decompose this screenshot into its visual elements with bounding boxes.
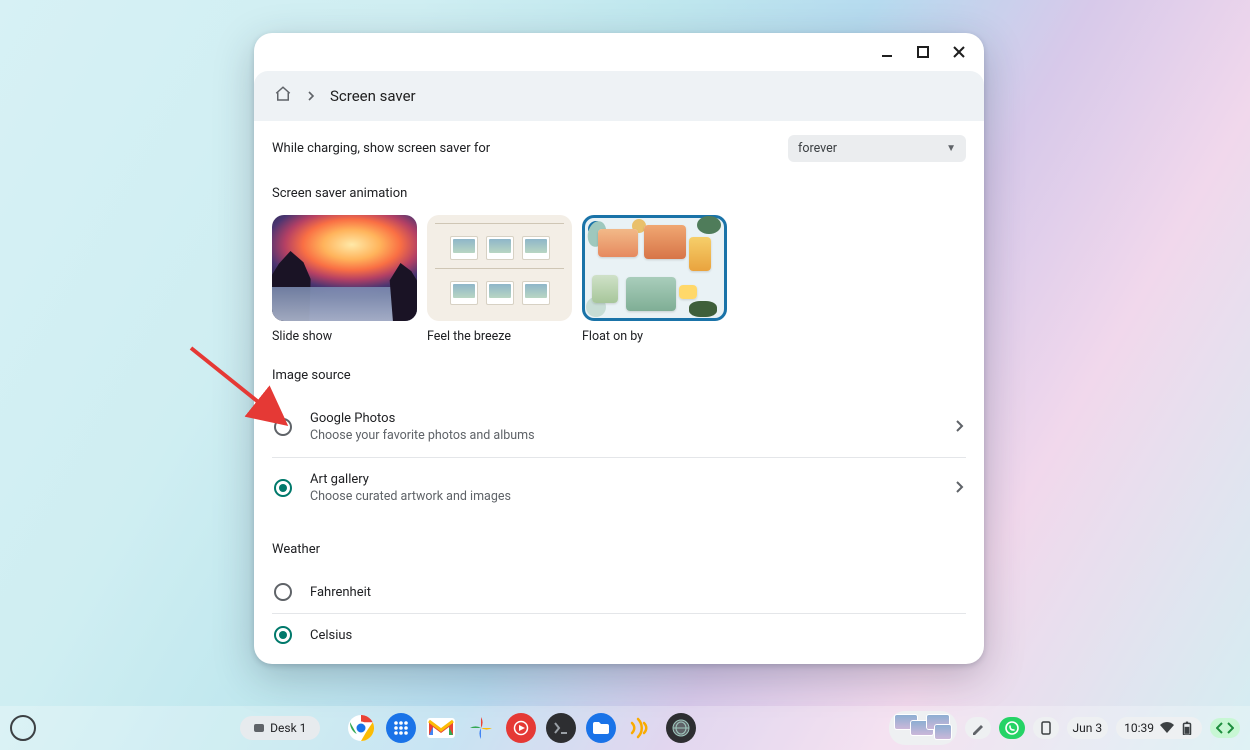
chevron-right-icon [954, 481, 964, 496]
weather-label: Fahrenheit [310, 585, 371, 600]
animation-option-feel-the-breeze[interactable]: Feel the breeze [427, 215, 572, 344]
source-subtitle: Choose your favorite photos and albums [310, 428, 936, 443]
radio-selected-icon[interactable] [274, 479, 292, 497]
dev-mode-tray[interactable] [1210, 718, 1240, 738]
radio-unselected-icon[interactable] [274, 418, 292, 436]
duration-select[interactable]: forever ▼ [788, 135, 966, 162]
animation-thumb-feel-the-breeze [427, 215, 572, 321]
desk-switcher[interactable]: Desk 1 [240, 716, 320, 740]
app-audio[interactable] [626, 713, 656, 743]
animation-caption: Slide show [272, 329, 417, 344]
quick-settings-tray[interactable]: 10:39 [1116, 717, 1202, 739]
animation-caption: Feel the breeze [427, 329, 572, 344]
weather-label: Celsius [310, 628, 352, 643]
breadcrumb: Screen saver [254, 71, 984, 121]
animation-option-slide-show[interactable]: Slide show [272, 215, 417, 344]
status-date: Jun 3 [1073, 721, 1103, 735]
app-files[interactable] [586, 713, 616, 743]
settings-window: Screen saver While charging, show screen… [254, 33, 984, 664]
pen-tray[interactable] [965, 717, 991, 739]
weather-option-celsius[interactable]: Celsius [272, 613, 966, 656]
launcher-button[interactable] [10, 715, 36, 741]
tote-tray[interactable] [889, 711, 957, 745]
window-titlebar [254, 33, 984, 71]
weather-section-label: Weather [272, 542, 966, 557]
dropdown-caret-icon: ▼ [946, 143, 956, 154]
app-launcher-grid[interactable] [386, 713, 416, 743]
holding-space-thumbnails [895, 715, 951, 741]
status-time: 10:39 [1124, 721, 1154, 735]
animation-option-float-on-by[interactable]: Float on by [582, 215, 727, 344]
page-title: Screen saver [330, 87, 416, 105]
animation-caption: Float on by [582, 329, 727, 344]
animation-thumb-slide-show [272, 215, 417, 321]
close-button[interactable] [950, 43, 968, 61]
animation-section-label: Screen saver animation [272, 186, 966, 201]
radio-selected-icon[interactable] [274, 626, 292, 644]
maximize-button[interactable] [914, 43, 932, 61]
animation-thumb-float-on-by [582, 215, 727, 321]
duration-value: forever [798, 141, 837, 156]
source-title: Google Photos [310, 411, 936, 426]
image-source-google-photos[interactable]: Google Photos Choose your favorite photo… [272, 397, 966, 457]
weather-option-fahrenheit[interactable]: Fahrenheit [272, 571, 966, 613]
breadcrumb-separator-icon [306, 87, 316, 105]
desk-label: Desk 1 [270, 721, 306, 735]
wifi-icon [1160, 721, 1174, 735]
whatsapp-tray[interactable] [999, 717, 1025, 739]
duration-label: While charging, show screen saver for [272, 141, 490, 156]
source-title: Art gallery [310, 472, 936, 487]
app-terminal[interactable] [546, 713, 576, 743]
source-subtitle: Choose curated artwork and images [310, 489, 936, 504]
image-source-art-gallery[interactable]: Art gallery Choose curated artwork and i… [272, 457, 966, 518]
pen-icon [971, 721, 985, 735]
phone-icon [1039, 721, 1053, 735]
shelf: Desk 1 [0, 706, 1250, 750]
home-icon[interactable] [274, 85, 292, 107]
image-source-section-label: Image source [272, 368, 966, 383]
minimize-button[interactable] [878, 43, 896, 61]
code-icon [1216, 722, 1234, 734]
radio-unselected-icon[interactable] [274, 583, 292, 601]
app-google-photos[interactable] [466, 713, 496, 743]
settings-content: While charging, show screen saver for fo… [254, 121, 984, 664]
pinned-apps [346, 713, 696, 743]
status-tray: Jun 3 10:39 [889, 711, 1240, 745]
app-youtube-music[interactable] [506, 713, 536, 743]
app-gmail[interactable] [426, 713, 456, 743]
app-chrome[interactable] [346, 713, 376, 743]
date-tray[interactable]: Jun 3 [1067, 717, 1109, 739]
chevron-right-icon [954, 420, 964, 435]
whatsapp-icon [1005, 721, 1019, 735]
phone-hub-tray[interactable] [1033, 717, 1059, 739]
animation-options: Slide show Feel the breeze Float on by [272, 215, 966, 344]
battery-icon [1180, 721, 1194, 735]
app-maps[interactable] [666, 713, 696, 743]
